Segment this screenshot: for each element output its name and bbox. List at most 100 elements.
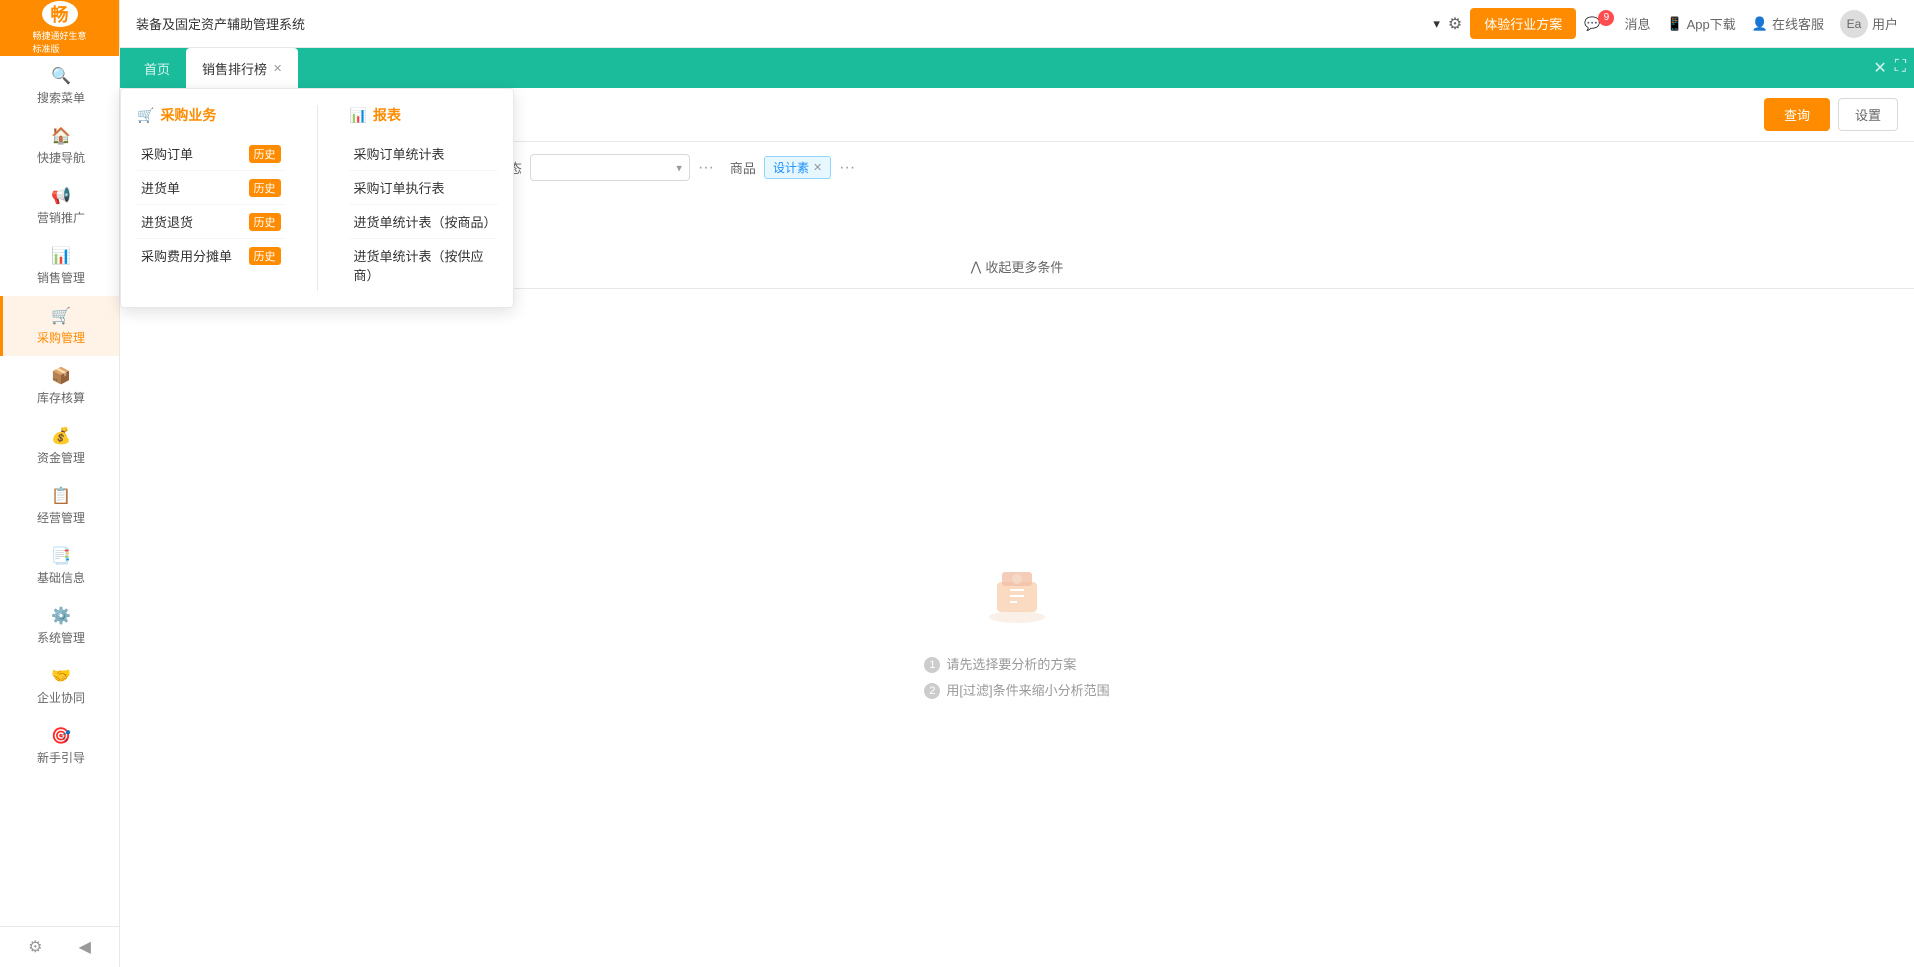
- sidebar-item-营销推广[interactable]: 📢营销推广: [0, 176, 119, 236]
- history-badge: 历史: [249, 247, 281, 265]
- goods-tag-value: 设计素: [773, 159, 809, 176]
- report-icon: 📊: [350, 107, 367, 124]
- purchase-item-采购费用分摊单[interactable]: 采购费用分摊单历史: [137, 239, 285, 272]
- sidebar-icon: 📦: [51, 366, 71, 386]
- collapse-sidebar-icon[interactable]: ◀: [79, 937, 91, 957]
- industry-btn[interactable]: 体验行业方案: [1470, 8, 1576, 39]
- sidebar-icon: 🤝: [51, 666, 71, 686]
- topbar-settings-icon[interactable]: ⚙: [1448, 14, 1462, 34]
- col-divider: [317, 105, 318, 291]
- sidebar-item-企业协同[interactable]: 🤝 企业协同: [0, 656, 119, 716]
- tip-row-2: 2 用[过滤]条件来缩小分析范围: [924, 678, 1109, 704]
- logo-icon: 畅: [42, 1, 78, 27]
- sidebar-icon: 📊: [51, 246, 71, 266]
- sidebar-item-资金管理[interactable]: 💰 资金管理: [0, 416, 119, 476]
- item-label: 采购订单: [141, 144, 193, 163]
- sidebar-item-销售管理[interactable]: 📊 销售管理: [0, 236, 119, 296]
- sidebar-item-搜索菜单[interactable]: 🔍搜索菜单: [0, 56, 119, 116]
- purchase-item-进货单[interactable]: 进货单历史: [137, 171, 285, 205]
- empty-state: 1 请先选择要分析的方案 2 用[过滤]条件来缩小分析范围: [120, 289, 1914, 967]
- tab-label: 首页: [144, 59, 170, 78]
- system-dropdown[interactable]: ▾: [1433, 16, 1440, 32]
- item-label: 进货单统计表（按商品）: [354, 212, 494, 231]
- report-item-采购订单执行表[interactable]: 采购订单执行表: [350, 171, 498, 205]
- purchase-col: 🛒 采购业务采购订单历史进货单历史进货退货历史采购费用分摊单历史: [137, 105, 285, 291]
- sidebar-item-库存核算[interactable]: 📦库存核算: [0, 356, 119, 416]
- report-item-进货单统计表（按供应商）[interactable]: 进货单统计表（按供应商）: [350, 239, 498, 291]
- topbar-right: 💬 9 消息 📱 App下载 👤 在线客服 Ea 用户: [1584, 10, 1898, 38]
- history-badge: 历史: [249, 145, 281, 163]
- tab-label: 销售排行榜: [202, 59, 267, 78]
- item-label: 进货单: [141, 178, 180, 197]
- goods-tag-close[interactable]: ✕: [813, 161, 822, 174]
- query-button[interactable]: 查询: [1764, 98, 1830, 131]
- collapse-btn[interactable]: ⋀ 收起更多条件: [971, 257, 1064, 276]
- report-item-采购订单统计表[interactable]: 采购订单统计表: [350, 137, 498, 171]
- bill-status-select[interactable]: [530, 154, 690, 181]
- sidebar-icon: 📑: [51, 546, 71, 566]
- sidebar-label: 快捷导航: [37, 149, 85, 166]
- bill-status-more[interactable]: ···: [698, 159, 714, 177]
- sidebar-icon: 🛒: [51, 306, 71, 326]
- goods-more[interactable]: ···: [839, 159, 855, 177]
- message-item[interactable]: 💬 9 消息: [1584, 14, 1650, 33]
- settings-button[interactable]: 设置: [1838, 98, 1898, 131]
- user-item[interactable]: Ea 用户: [1840, 10, 1898, 38]
- item-label: 采购订单统计表: [354, 144, 445, 163]
- purchase-dropdown-menu: 🛒 采购业务采购订单历史进货单历史进货退货历史采购费用分摊单历史📊 报表采购订单…: [120, 88, 514, 308]
- settings-footer-icon[interactable]: ⚙: [28, 937, 42, 957]
- sidebar-item-基础信息[interactable]: 📑基础信息: [0, 536, 119, 596]
- sidebar: 畅 畅捷通好生意 标准版 🔍搜索菜单🏠快捷导航📢营销推广📊销售管理🛒采购管理📦库…: [0, 0, 120, 967]
- tab-首页[interactable]: 首页: [128, 48, 186, 88]
- message-badge: 9: [1598, 10, 1614, 26]
- collapse-label: 收起更多条件: [985, 257, 1063, 276]
- sidebar-label: 企业协同: [37, 689, 85, 706]
- sidebar-item-系统管理[interactable]: ⚙️系统管理: [0, 596, 119, 656]
- tabbar: 首页 销售排行榜 ✕ ✕ ⛶: [120, 48, 1914, 88]
- history-badge: 历史: [249, 213, 281, 231]
- sidebar-item-快捷导航[interactable]: 🏠 快捷导航: [0, 116, 119, 176]
- app-download-item[interactable]: 📱 App下载: [1666, 14, 1735, 33]
- app-download-label: App下载: [1687, 14, 1736, 33]
- dropdown-arrow-icon: ▾: [1433, 16, 1440, 32]
- sidebar-icon: 📢: [51, 186, 71, 206]
- sidebar-icon: 📋: [51, 486, 71, 506]
- sidebar-icon: ⚙️: [51, 606, 71, 626]
- sidebar-icon: 🔍: [51, 66, 71, 86]
- tip-num-2: 2: [924, 683, 940, 699]
- goods-tag: 设计素 ✕: [764, 156, 831, 179]
- topbar: 装备及固定资产辅助管理系统 ▾ ⚙ 体验行业方案 💬 9 消息 📱 App下载 …: [120, 0, 1914, 48]
- report-col-title: 📊 报表: [350, 105, 498, 125]
- goods-filter: 商品 设计素 ✕ ···: [730, 156, 855, 179]
- sidebar-nav: 🔍搜索菜单 🏠 快捷导航 📢营销推广 📊 销售管理 🛒采购管理📦库存核算 💰 资金管理 📋经营管理…: [0, 56, 119, 926]
- tip-text-2: 用[过滤]条件来缩小分析范围: [946, 678, 1109, 704]
- service-icon: 👤: [1752, 16, 1768, 32]
- purchase-item-进货退货[interactable]: 进货退货历史: [137, 205, 285, 239]
- sidebar-icon: 🏠: [51, 126, 71, 146]
- close-all-icon[interactable]: ✕: [1873, 58, 1886, 78]
- maximize-icon[interactable]: ⛶: [1895, 58, 1906, 78]
- item-label: 采购订单执行表: [354, 178, 445, 197]
- sidebar-icon: 💰: [51, 426, 71, 446]
- user-avatar: Ea: [1840, 10, 1868, 38]
- sidebar-label: 资金管理: [37, 449, 85, 466]
- online-service-item[interactable]: 👤 在线客服: [1752, 14, 1824, 33]
- tab-close[interactable]: ✕: [273, 62, 282, 75]
- tip-text-1: 请先选择要分析的方案: [946, 652, 1076, 678]
- purchase-item-采购订单[interactable]: 采购订单 历史: [137, 137, 285, 171]
- collapse-icon: ⋀: [971, 259, 982, 275]
- sidebar-item-经营管理[interactable]: 📋经营管理: [0, 476, 119, 536]
- tip-num-1: 1: [924, 657, 940, 673]
- phone-icon: 📱: [1666, 16, 1682, 32]
- sidebar-label: 销售管理: [37, 269, 85, 286]
- toolbar-right: 查询 设置: [1764, 98, 1898, 131]
- report-item-进货单统计表（按商品）[interactable]: 进货单统计表（按商品）: [350, 205, 498, 239]
- sidebar-footer: ⚙ ◀: [0, 926, 119, 967]
- goods-label: 商品: [730, 158, 756, 177]
- bill-status-select-wrap: [530, 154, 690, 181]
- empty-illustration: [977, 552, 1057, 632]
- tab-销售排行榜[interactable]: 销售排行榜 ✕: [186, 48, 298, 88]
- sidebar-item-采购管理[interactable]: 🛒采购管理: [0, 296, 119, 356]
- sidebar-item-新手引导[interactable]: 🎯新手引导: [0, 716, 119, 776]
- purchase-col-title: 🛒 采购业务: [137, 105, 285, 125]
